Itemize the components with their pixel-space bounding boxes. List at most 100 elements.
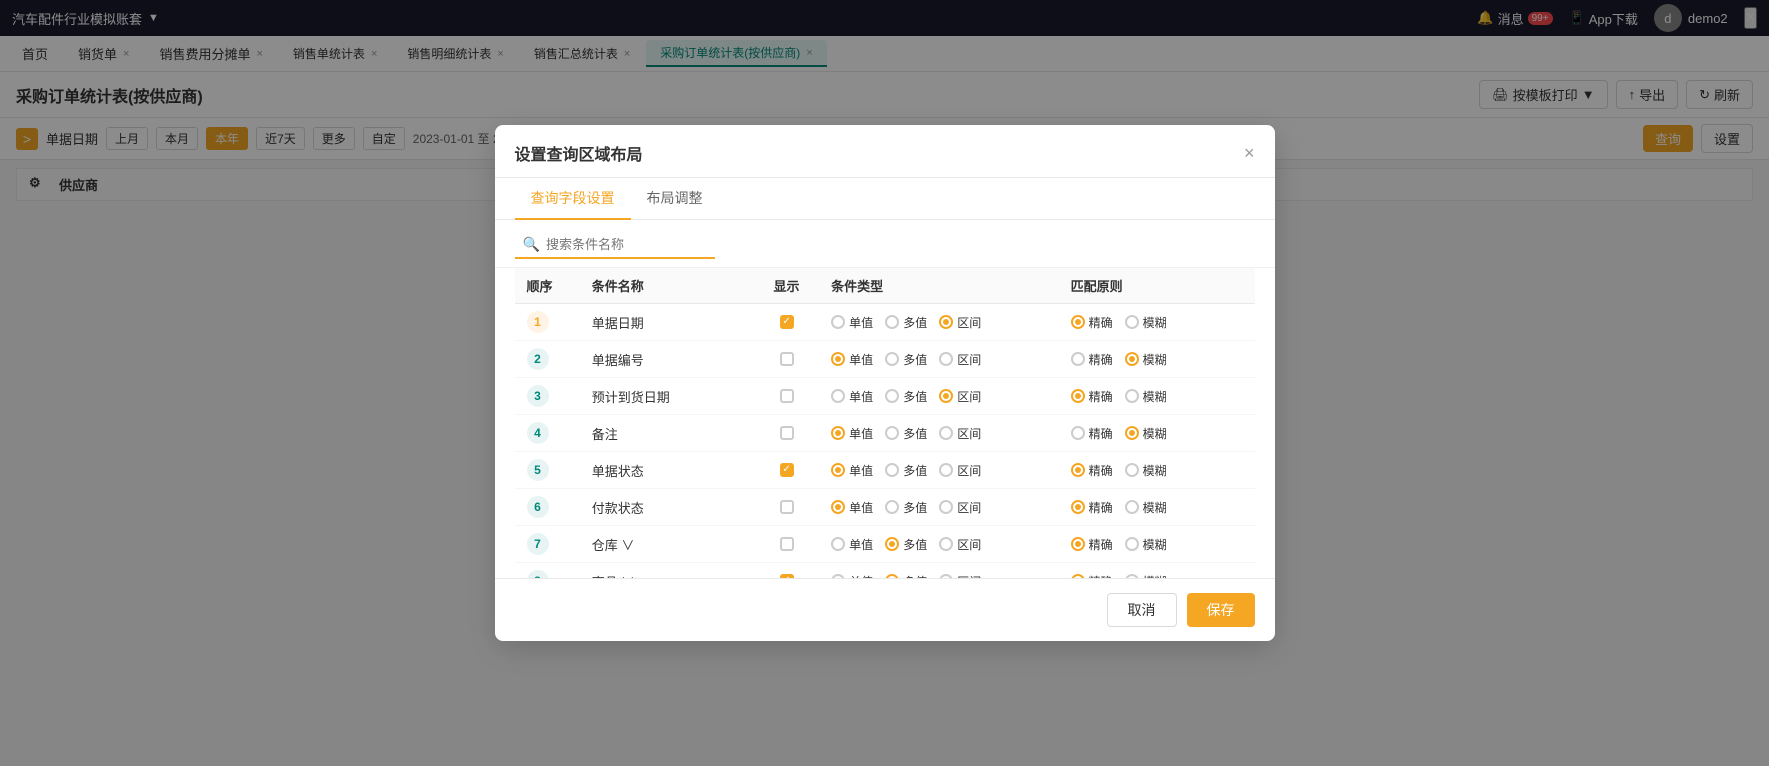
radio-match-0[interactable]: 精确 — [1071, 388, 1113, 405]
modal-tab-query-fields[interactable]: 查询字段设置 — [515, 178, 631, 220]
radio-match-1[interactable]: 模糊 — [1125, 425, 1167, 442]
checkbox[interactable] — [780, 352, 794, 366]
radio-circle — [939, 426, 953, 440]
radio-match-1[interactable]: 模糊 — [1125, 388, 1167, 405]
radio-type-1[interactable]: 多值 — [885, 536, 927, 553]
radio-label: 模糊 — [1143, 536, 1167, 553]
row-order: 8 — [515, 563, 580, 579]
col-type: 条件类型 — [819, 268, 1058, 304]
radio-match-0[interactable]: 精确 — [1071, 425, 1113, 442]
order-number: 6 — [527, 496, 549, 518]
radio-type-1[interactable]: 多值 — [885, 499, 927, 516]
radio-type-2[interactable]: 区间 — [939, 462, 981, 479]
row-display-checkbox[interactable] — [754, 341, 819, 378]
order-number: 7 — [527, 533, 549, 555]
radio-label: 精确 — [1089, 388, 1113, 405]
radio-circle — [1125, 537, 1139, 551]
row-display-checkbox[interactable] — [754, 489, 819, 526]
row-type-radio-group: 单值多值区间 — [819, 378, 1058, 415]
radio-type-0[interactable]: 单值 — [831, 425, 873, 442]
radio-type-0[interactable]: 单值 — [831, 314, 873, 331]
radio-circle — [939, 500, 953, 514]
radio-circle — [939, 463, 953, 477]
search-input[interactable] — [546, 237, 696, 252]
radio-type-0[interactable]: 单值 — [831, 462, 873, 479]
order-number: 2 — [527, 348, 549, 370]
radio-match-0[interactable]: 精确 — [1071, 499, 1113, 516]
radio-label: 单值 — [849, 462, 873, 479]
radio-circle — [1125, 463, 1139, 477]
config-table-header-row: 顺序 条件名称 显示 条件类型 匹配原则 — [515, 268, 1255, 304]
radio-circle — [1125, 426, 1139, 440]
row-display-checkbox[interactable] — [754, 415, 819, 452]
radio-circle — [885, 426, 899, 440]
radio-circle — [939, 389, 953, 403]
radio-circle — [1125, 500, 1139, 514]
radio-type-2[interactable]: 区间 — [939, 388, 981, 405]
radio-type-2[interactable]: 区间 — [939, 536, 981, 553]
modal-header: 设置查询区域布局 × — [495, 125, 1275, 178]
radio-circle — [885, 500, 899, 514]
row-type-radio-group: 单值多值区间 — [819, 526, 1058, 563]
radio-match-1[interactable]: 模糊 — [1125, 499, 1167, 516]
radio-match-1[interactable]: 模糊 — [1125, 462, 1167, 479]
checkbox[interactable] — [780, 426, 794, 440]
radio-label: 精确 — [1089, 462, 1113, 479]
radio-type-2[interactable]: 区间 — [939, 314, 981, 331]
radio-circle — [1071, 352, 1085, 366]
radio-label: 精确 — [1089, 536, 1113, 553]
checkbox[interactable] — [780, 500, 794, 514]
radio-label: 单值 — [849, 425, 873, 442]
radio-type-0[interactable]: 单值 — [831, 388, 873, 405]
order-number: 1 — [527, 311, 549, 333]
radio-label: 区间 — [957, 462, 981, 479]
row-type-radio-group: 单值 多值区间 — [819, 415, 1058, 452]
radio-circle — [1125, 352, 1139, 366]
radio-type-1[interactable]: 多值 — [885, 425, 927, 442]
radio-type-0[interactable]: 单值 — [831, 536, 873, 553]
col-match: 匹配原则 — [1059, 268, 1255, 304]
checkbox[interactable] — [780, 537, 794, 551]
radio-match-0[interactable]: 精确 — [1071, 314, 1113, 331]
row-display-checkbox[interactable] — [754, 563, 819, 579]
radio-type-0[interactable]: 单值 — [831, 351, 873, 368]
cancel-button[interactable]: 取消 — [1107, 593, 1177, 627]
modal-tab-layout[interactable]: 布局调整 — [631, 178, 719, 220]
row-display-checkbox[interactable] — [754, 304, 819, 341]
radio-type-1[interactable]: 多值 — [885, 388, 927, 405]
row-display-checkbox[interactable] — [754, 378, 819, 415]
radio-type-0[interactable]: 单值 — [831, 499, 873, 516]
config-table: 顺序 条件名称 显示 条件类型 匹配原则 1单据日期单值多值区间精确模糊2单据编… — [515, 268, 1255, 578]
radio-label: 模糊 — [1143, 351, 1167, 368]
row-order: 1 — [515, 304, 580, 341]
radio-circle — [831, 315, 845, 329]
row-display-checkbox[interactable] — [754, 452, 819, 489]
modal-close-button[interactable]: × — [1244, 143, 1255, 164]
radio-type-1[interactable]: 多值 — [885, 314, 927, 331]
radio-type-2[interactable]: 区间 — [939, 425, 981, 442]
checkbox[interactable] — [780, 463, 794, 477]
checkbox[interactable] — [780, 389, 794, 403]
radio-label: 多值 — [903, 425, 927, 442]
radio-label: 多值 — [903, 499, 927, 516]
radio-match-0[interactable]: 精确 — [1071, 536, 1113, 553]
radio-match-0[interactable]: 精确 — [1071, 351, 1113, 368]
radio-type-2[interactable]: 区间 — [939, 499, 981, 516]
radio-circle — [1125, 389, 1139, 403]
radio-match-0[interactable]: 精确 — [1071, 462, 1113, 479]
row-display-checkbox[interactable] — [754, 526, 819, 563]
modal-search-area: 🔍 — [495, 220, 1275, 268]
radio-circle — [885, 389, 899, 403]
row-type-radio-group: 单值多值区间 — [819, 563, 1058, 579]
save-button[interactable]: 保存 — [1187, 593, 1255, 627]
radio-match-1[interactable]: 模糊 — [1125, 314, 1167, 331]
row-match-radio-group: 精确模糊 — [1059, 304, 1255, 341]
row-match-radio-group: 精确模糊 — [1059, 415, 1255, 452]
row-condition-name: 仓库 ∨ — [580, 526, 754, 563]
radio-type-2[interactable]: 区间 — [939, 351, 981, 368]
radio-type-1[interactable]: 多值 — [885, 351, 927, 368]
radio-match-1[interactable]: 模糊 — [1125, 536, 1167, 553]
checkbox[interactable] — [780, 315, 794, 329]
radio-match-1[interactable]: 模糊 — [1125, 351, 1167, 368]
radio-type-1[interactable]: 多值 — [885, 462, 927, 479]
